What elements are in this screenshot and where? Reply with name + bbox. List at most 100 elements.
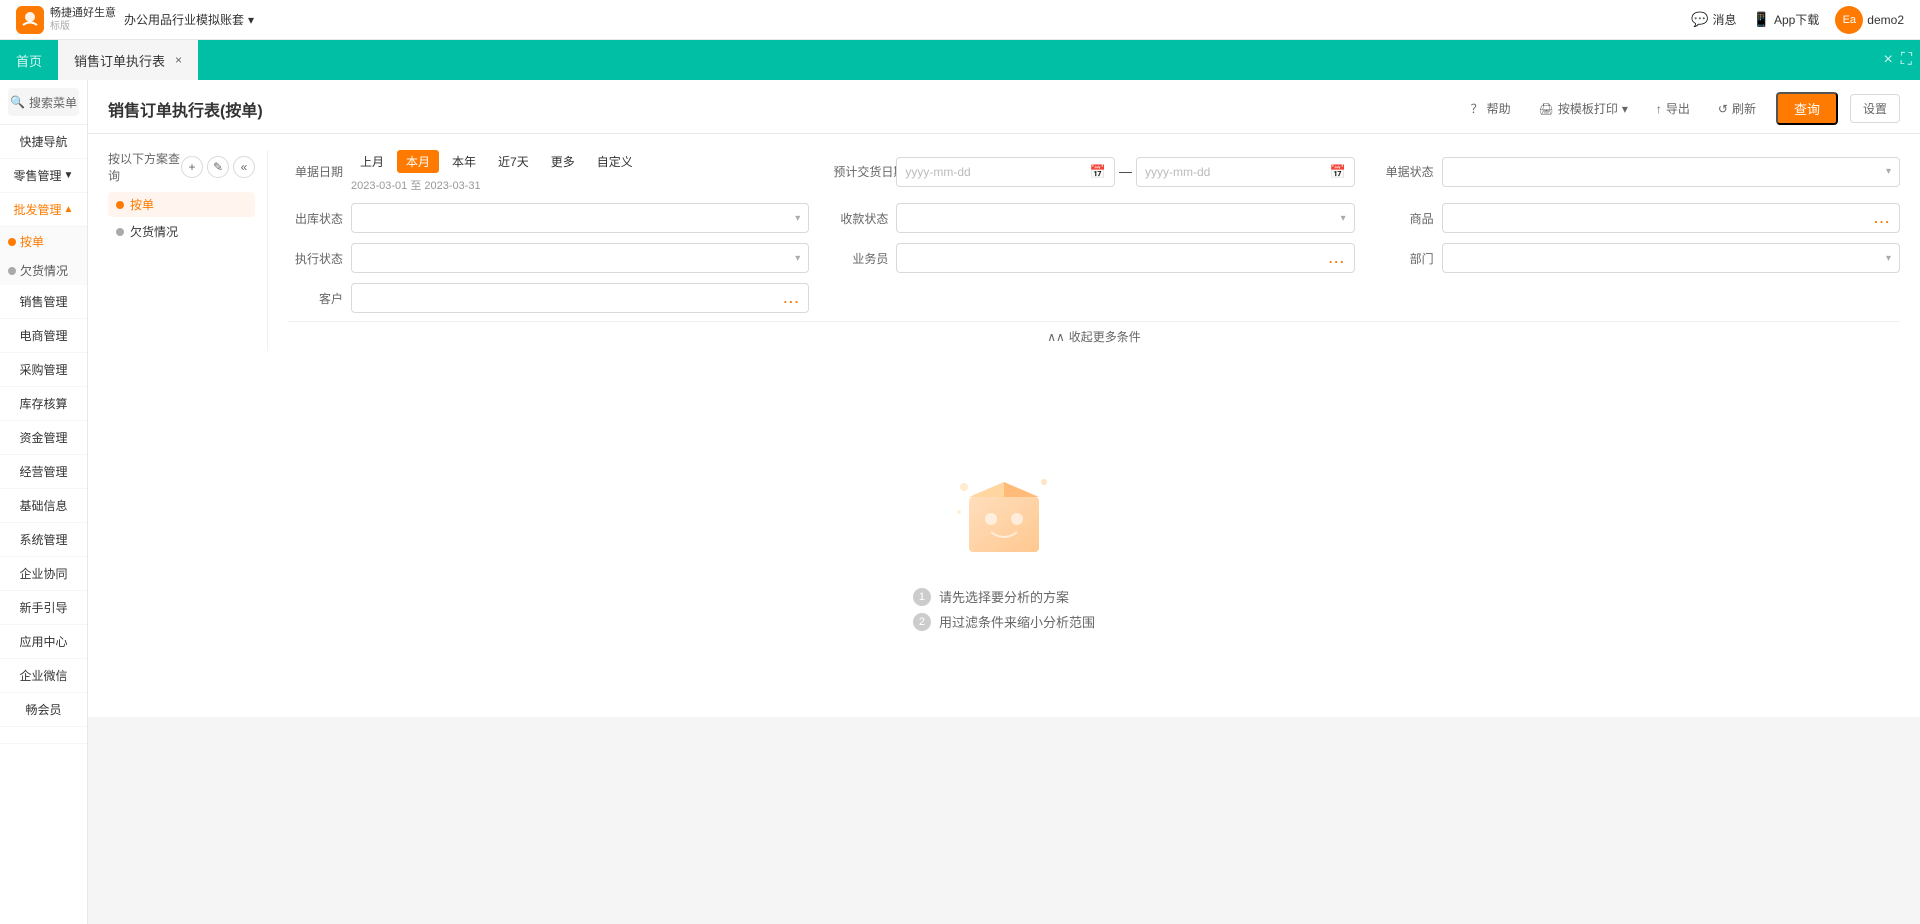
- expected-delivery-label: 预计交货日期: [833, 163, 888, 180]
- delivery-date-to-input[interactable]: yyyy-mm-dd 📅: [1136, 157, 1355, 187]
- sidebar-item-wholesale[interactable]: 批发管理 ▲: [0, 193, 87, 227]
- tab-close-all-icon[interactable]: ×: [1883, 51, 1892, 69]
- filter-cell-delivery-date: 预计交货日期 yyyy-mm-dd 📅 — yyyy-mm-dd: [833, 150, 1354, 193]
- date-btn-more[interactable]: 更多: [542, 150, 584, 173]
- help-icon: ？: [1471, 100, 1483, 117]
- tab-sales-exec-close[interactable]: ×: [175, 53, 182, 67]
- message-icon: 💬: [1691, 11, 1708, 28]
- refresh-icon: ↺: [1718, 102, 1728, 116]
- main-layout: 🔍 搜索菜单 快捷导航 零售管理 ▼ 批发管理 ▲ 按单 欠货情况 销售管理 电…: [0, 80, 1920, 924]
- ecommerce-label: 采购管理: [19, 363, 67, 377]
- tab-sales-exec[interactable]: 销售订单执行表 ×: [58, 40, 198, 80]
- purchase-label: 库存核算: [19, 397, 67, 411]
- new-guide-label: 应用中心: [19, 635, 67, 649]
- page-title: 销售订单执行表(按单): [108, 97, 263, 121]
- scheme-option-order[interactable]: 按单: [108, 192, 255, 217]
- delivery-date-group: yyyy-mm-dd 📅 — yyyy-mm-dd 📅: [896, 157, 1354, 187]
- status-select[interactable]: ▾: [1442, 157, 1900, 187]
- date-btn-last-month[interactable]: 上月: [351, 150, 393, 173]
- status-label: 单据状态: [1379, 163, 1434, 180]
- delivery-date-from-input[interactable]: yyyy-mm-dd 📅: [896, 157, 1115, 187]
- tab-home[interactable]: 首页: [0, 40, 58, 80]
- add-scheme-button[interactable]: +: [181, 156, 203, 178]
- collapse-scheme-button[interactable]: «: [233, 156, 255, 178]
- refresh-button[interactable]: ↺ 刷新: [1710, 96, 1764, 121]
- sidebar-item-sales-mgmt[interactable]: 电商管理: [0, 319, 87, 353]
- customer-label: 客户: [288, 290, 343, 307]
- product-dots-icon[interactable]: ...: [1874, 211, 1891, 226]
- message-button[interactable]: 💬 消息: [1691, 11, 1736, 28]
- app-download-button[interactable]: 📱 App下载: [1753, 11, 1820, 28]
- app-download-label: App下载: [1774, 11, 1819, 28]
- sidebar-item-marketing[interactable]: 销售管理: [0, 285, 87, 319]
- sidebar-item-enterprise-wx[interactable]: 畅会员: [0, 693, 87, 727]
- sidebar-item-system[interactable]: 企业协同: [0, 557, 87, 591]
- filter-cell-salesperson: 业务员 ...: [833, 243, 1354, 273]
- header-nav-dropdown[interactable]: 办公用品行业模拟账套 ▾: [124, 11, 254, 28]
- help-button[interactable]: ？ 帮助: [1463, 96, 1519, 121]
- header-nav-label: 办公用品行业模拟账套: [124, 11, 244, 28]
- customer-input[interactable]: ...: [351, 283, 809, 313]
- tab-bar: 首页 销售订单执行表 × × ⛶: [0, 40, 1920, 80]
- header-dropdown-icon: ▾: [248, 13, 254, 27]
- delivery-status-select[interactable]: ▾: [351, 203, 809, 233]
- sidebar-item-inventory[interactable]: 资金管理: [0, 421, 87, 455]
- sidebar-item-basic-info[interactable]: 系统管理: [0, 523, 87, 557]
- arrears-dot: [8, 267, 16, 275]
- department-select[interactable]: ▾: [1442, 243, 1900, 273]
- tab-fullscreen-icon[interactable]: ⛶: [1901, 51, 1912, 69]
- date-to-placeholder: yyyy-mm-dd: [1145, 165, 1210, 179]
- payment-status-select[interactable]: ▾: [896, 203, 1354, 233]
- sidebar-item-operations[interactable]: 基础信息: [0, 489, 87, 523]
- customer-dots-icon[interactable]: ...: [783, 291, 800, 306]
- scheme-dot-order: [116, 201, 124, 209]
- date-btn-current-month[interactable]: 本月: [397, 150, 439, 173]
- exec-status-select[interactable]: ▾: [351, 243, 809, 273]
- logo-text: 畅捷通好生意 标版: [50, 6, 116, 33]
- sidebar-item-vip[interactable]: [0, 727, 87, 744]
- filter-row-2: 出库状态 ▾ 收款状态 ▾: [288, 203, 1900, 233]
- query-button[interactable]: 查询: [1776, 92, 1838, 125]
- user-profile[interactable]: Ea demo2: [1835, 6, 1904, 34]
- sidebar-item-ecommerce[interactable]: 采购管理: [0, 353, 87, 387]
- help-label: 帮助: [1487, 100, 1511, 117]
- sidebar-item-quick-nav[interactable]: 快捷导航: [0, 125, 87, 159]
- sidebar-item-enterprise[interactable]: 新手引导: [0, 591, 87, 625]
- export-icon: ↑: [1656, 102, 1662, 116]
- empty-steps-list: 1 请先选择要分析的方案 2 用过滤条件来缩小分析范围: [913, 587, 1095, 637]
- app-download-icon: 📱: [1753, 11, 1770, 28]
- salesperson-input[interactable]: ...: [896, 243, 1354, 273]
- settings-button[interactable]: 设置: [1850, 94, 1900, 123]
- filter-cell-date: 单据日期 上月 本月 本年 近7天 更多 自定义: [288, 150, 809, 193]
- payment-status-label: 收款状态: [833, 210, 888, 227]
- date-btn-custom[interactable]: 自定义: [588, 150, 642, 173]
- date-label: 单据日期: [288, 163, 343, 180]
- print-button[interactable]: 🖨 按模板打印 ▾: [1531, 96, 1636, 121]
- salesperson-dots-icon[interactable]: ...: [1329, 251, 1346, 266]
- sidebar-sub-item-arrears[interactable]: 欠货情况: [0, 256, 87, 285]
- sidebar-item-retail[interactable]: 零售管理 ▼: [0, 159, 87, 193]
- inventory-label: 资金管理: [19, 431, 67, 445]
- filter-cell-customer: 客户 ...: [288, 283, 809, 313]
- empty-state: 1 请先选择要分析的方案 2 用过滤条件来缩小分析范围: [88, 367, 1920, 717]
- delivery-status-label: 出库状态: [288, 210, 343, 227]
- product-input[interactable]: ...: [1442, 203, 1900, 233]
- date-btn-current-year[interactable]: 本年: [443, 150, 485, 173]
- search-menu-button[interactable]: 🔍 搜索菜单: [8, 88, 79, 116]
- edit-scheme-button[interactable]: ✎: [207, 156, 229, 178]
- sidebar-item-purchase[interactable]: 库存核算: [0, 387, 87, 421]
- retail-label: 零售管理: [14, 167, 62, 184]
- export-button[interactable]: ↑ 导出: [1648, 96, 1698, 121]
- collapse-more-button[interactable]: ∧∧ 收起更多条件: [288, 321, 1900, 351]
- page-actions: ？ 帮助 🖨 按模板打印 ▾ ↑ 导出 ↺: [1463, 92, 1900, 125]
- sidebar-item-finance[interactable]: 经营管理: [0, 455, 87, 489]
- finance-label: 经营管理: [19, 465, 67, 479]
- wholesale-label: 批发管理: [14, 201, 62, 218]
- date-btn-last-7[interactable]: 近7天: [489, 150, 538, 173]
- scheme-option-arrears[interactable]: 欠货情况: [108, 219, 255, 244]
- date-from-placeholder: yyyy-mm-dd: [905, 165, 970, 179]
- retail-arrow-icon: ▼: [64, 170, 74, 181]
- sidebar-item-app-center[interactable]: 企业微信: [0, 659, 87, 693]
- sidebar-item-new-guide[interactable]: 应用中心: [0, 625, 87, 659]
- sidebar-sub-item-order[interactable]: 按单: [0, 227, 87, 256]
